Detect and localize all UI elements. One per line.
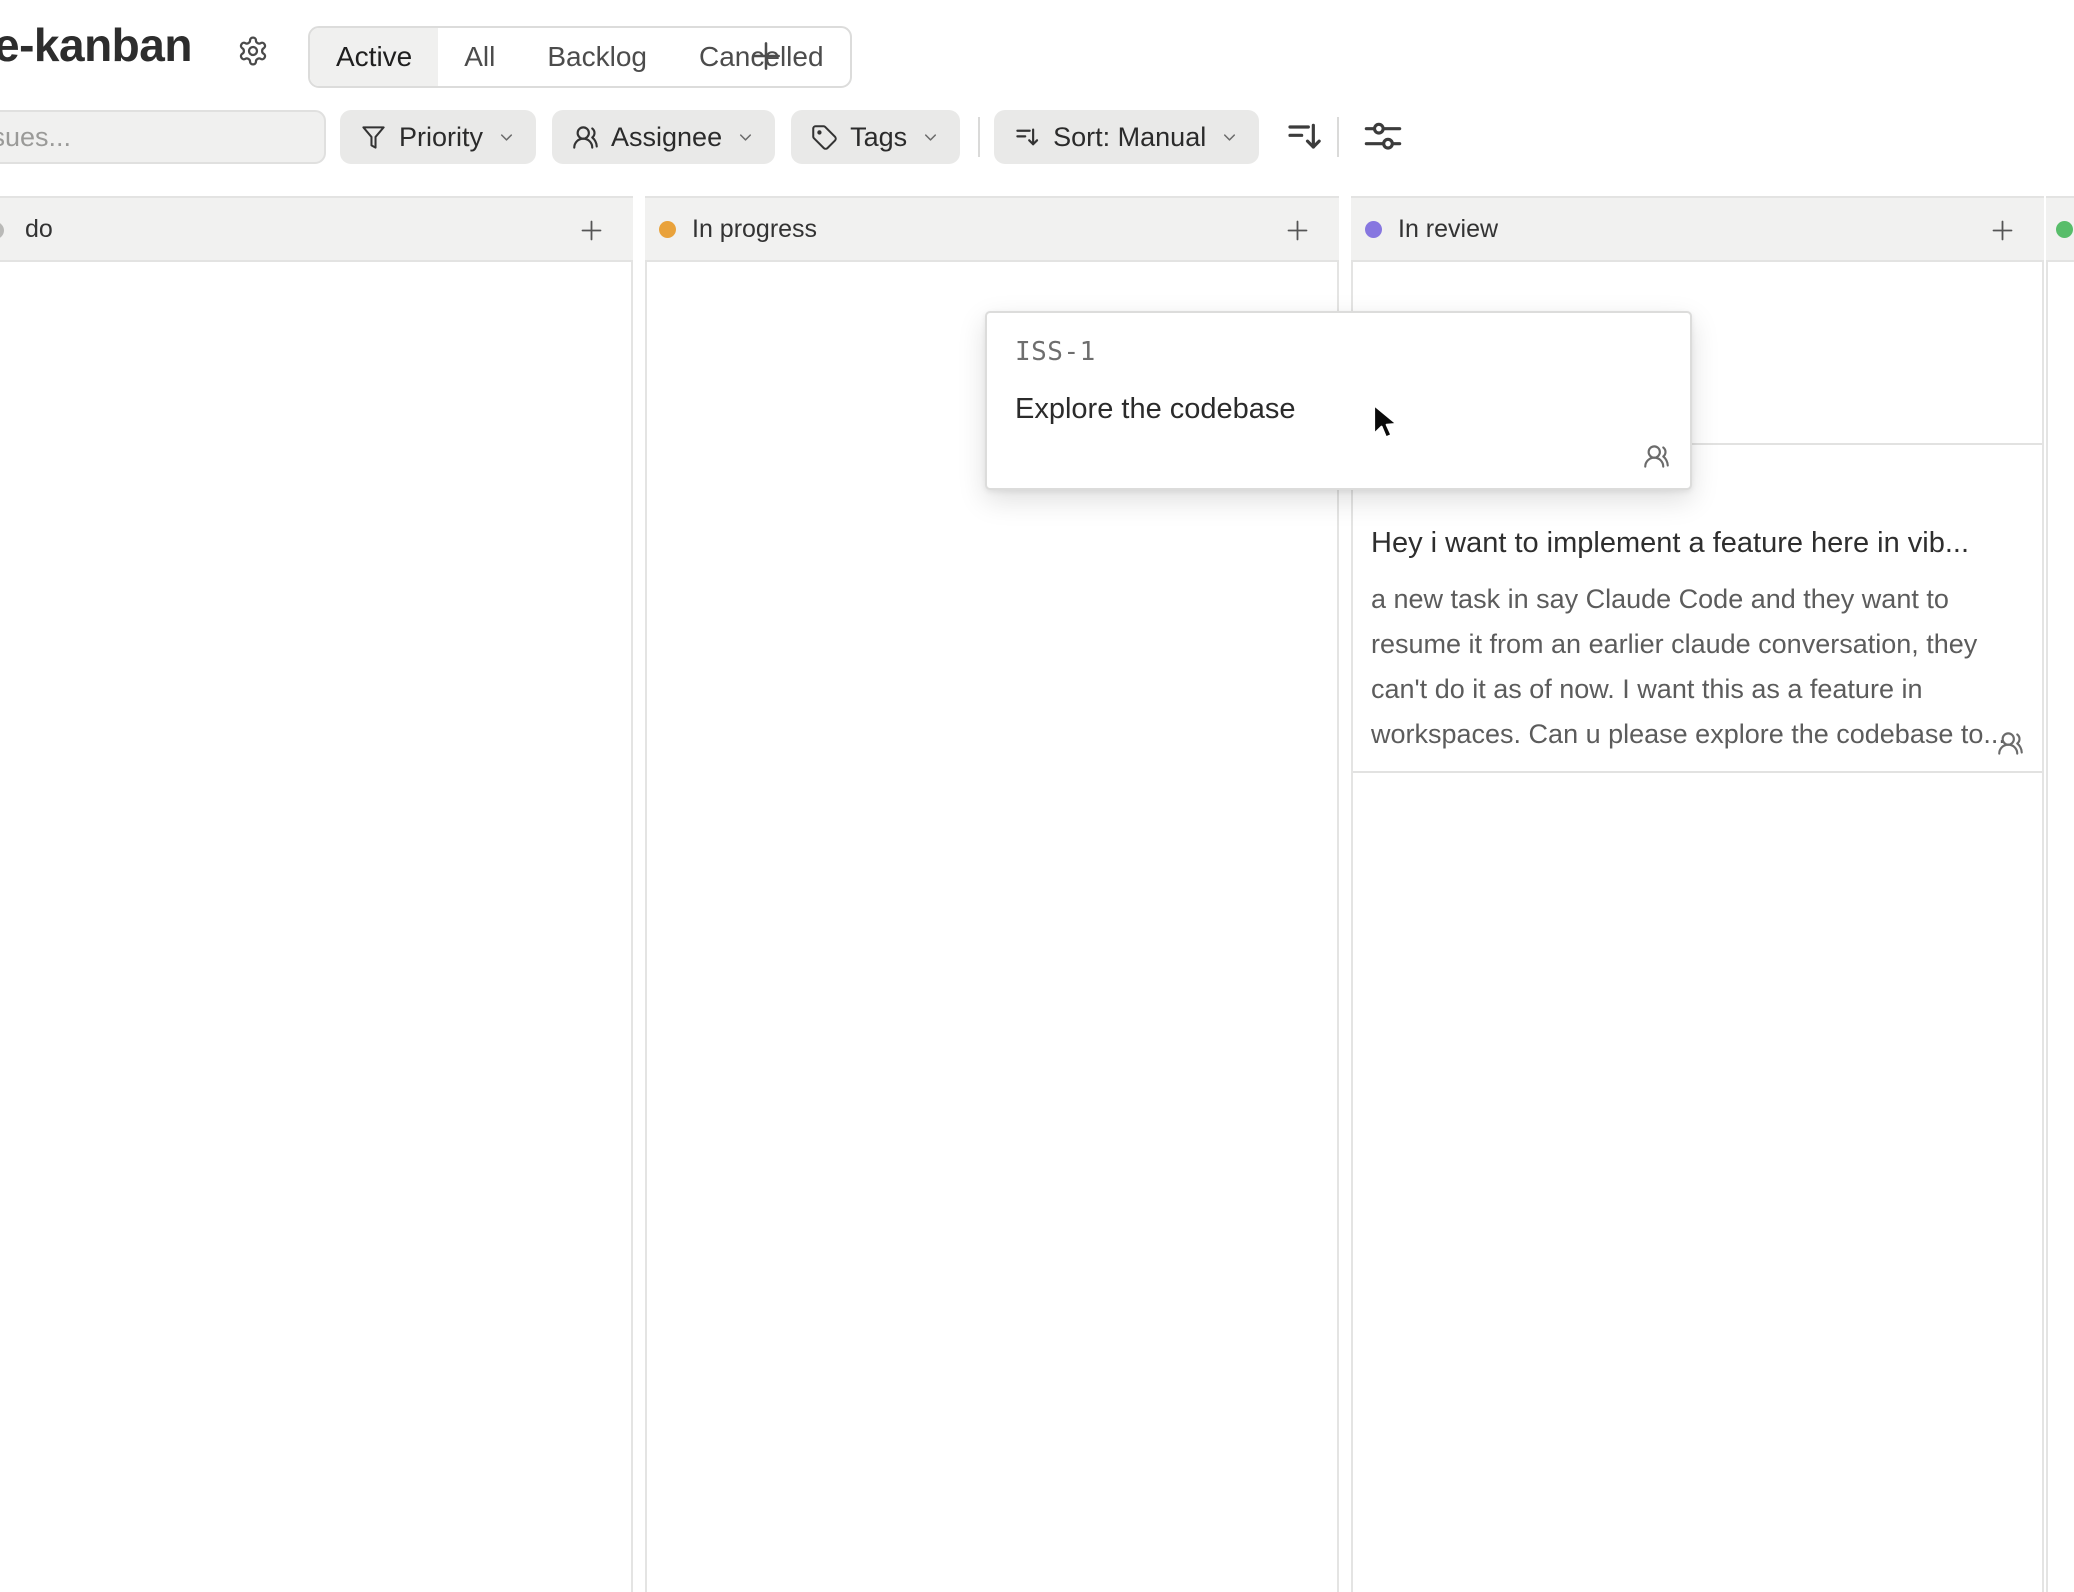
search-input[interactable] xyxy=(0,122,306,153)
column-done xyxy=(2046,196,2074,1592)
assignee-filter-label: Assignee xyxy=(611,122,722,153)
toolbar-divider xyxy=(1337,117,1339,157)
display-options-button[interactable] xyxy=(1363,117,1403,157)
add-view-button[interactable] xyxy=(747,37,785,75)
sort-descending-icon xyxy=(1014,124,1041,151)
add-card-button[interactable] xyxy=(1284,217,1311,244)
tag-icon xyxy=(811,124,838,151)
column-todo-body[interactable] xyxy=(0,262,633,1592)
column-in-progress-label: In progress xyxy=(692,215,817,244)
issue-card-title: Explore the codebase xyxy=(1015,393,1662,426)
chevron-down-icon xyxy=(736,128,755,147)
assignee-filter-button[interactable]: Assignee xyxy=(552,110,775,164)
column-done-header xyxy=(2046,196,2074,262)
sort-label: Sort: Manual xyxy=(1053,122,1206,153)
status-dot-in-progress xyxy=(659,221,676,238)
column-in-review-header: In review xyxy=(1351,196,2044,262)
plus-icon xyxy=(747,37,785,75)
column-in-progress-header: In progress xyxy=(645,196,1339,262)
status-dot-done xyxy=(2056,221,2073,238)
assignees-icon xyxy=(1997,730,2024,757)
tags-filter-label: Tags xyxy=(850,122,907,153)
column-in-review-label: In review xyxy=(1398,215,1498,244)
add-card-button[interactable] xyxy=(1989,217,2016,244)
status-dot-todo xyxy=(0,222,4,239)
kanban-page: e-kanban Active All Backlog Cancelled Pr… xyxy=(0,0,2074,1592)
priority-filter-button[interactable]: Priority xyxy=(340,110,536,164)
funnel-icon xyxy=(360,124,387,151)
issue-card-description: a new task in say Claude Code and they w… xyxy=(1371,577,2024,757)
status-dot-in-review xyxy=(1365,221,1382,238)
tab-active[interactable]: Active xyxy=(310,28,438,86)
search-box[interactable] xyxy=(0,110,326,164)
users-icon xyxy=(572,124,599,151)
add-card-button[interactable] xyxy=(578,217,605,244)
sort-direction-button[interactable] xyxy=(1285,117,1325,157)
priority-filter-label: Priority xyxy=(399,122,483,153)
filter-toolbar: Priority Assignee Tags Sort: Manual xyxy=(0,110,1413,164)
tags-filter-button[interactable]: Tags xyxy=(791,110,960,164)
column-todo: do xyxy=(0,196,633,1592)
issue-card-title: Hey i want to implement a feature here i… xyxy=(1371,525,2024,561)
issue-card[interactable]: Hey i want to implement a feature here i… xyxy=(1353,443,2042,773)
chevron-down-icon xyxy=(1220,128,1239,147)
sort-button[interactable]: Sort: Manual xyxy=(994,110,1259,164)
page-title: e-kanban xyxy=(0,18,192,72)
column-done-body[interactable] xyxy=(2046,262,2074,1592)
sort-descending-icon xyxy=(1285,117,1325,157)
column-todo-label: do xyxy=(25,215,53,244)
chevron-down-icon xyxy=(497,128,516,147)
dragged-issue-card[interactable]: ISS-1 Explore the codebase xyxy=(985,311,1692,490)
tab-all[interactable]: All xyxy=(438,28,521,86)
column-todo-header: do xyxy=(0,196,633,262)
gear-icon xyxy=(237,35,269,67)
chevron-down-icon xyxy=(921,128,940,147)
issue-key: ISS-1 xyxy=(1015,337,1662,367)
tab-backlog[interactable]: Backlog xyxy=(521,28,673,86)
sliders-icon xyxy=(1363,117,1403,157)
toolbar-divider xyxy=(978,117,980,157)
project-settings-button[interactable] xyxy=(237,35,269,67)
assignees-icon xyxy=(1643,443,1670,470)
